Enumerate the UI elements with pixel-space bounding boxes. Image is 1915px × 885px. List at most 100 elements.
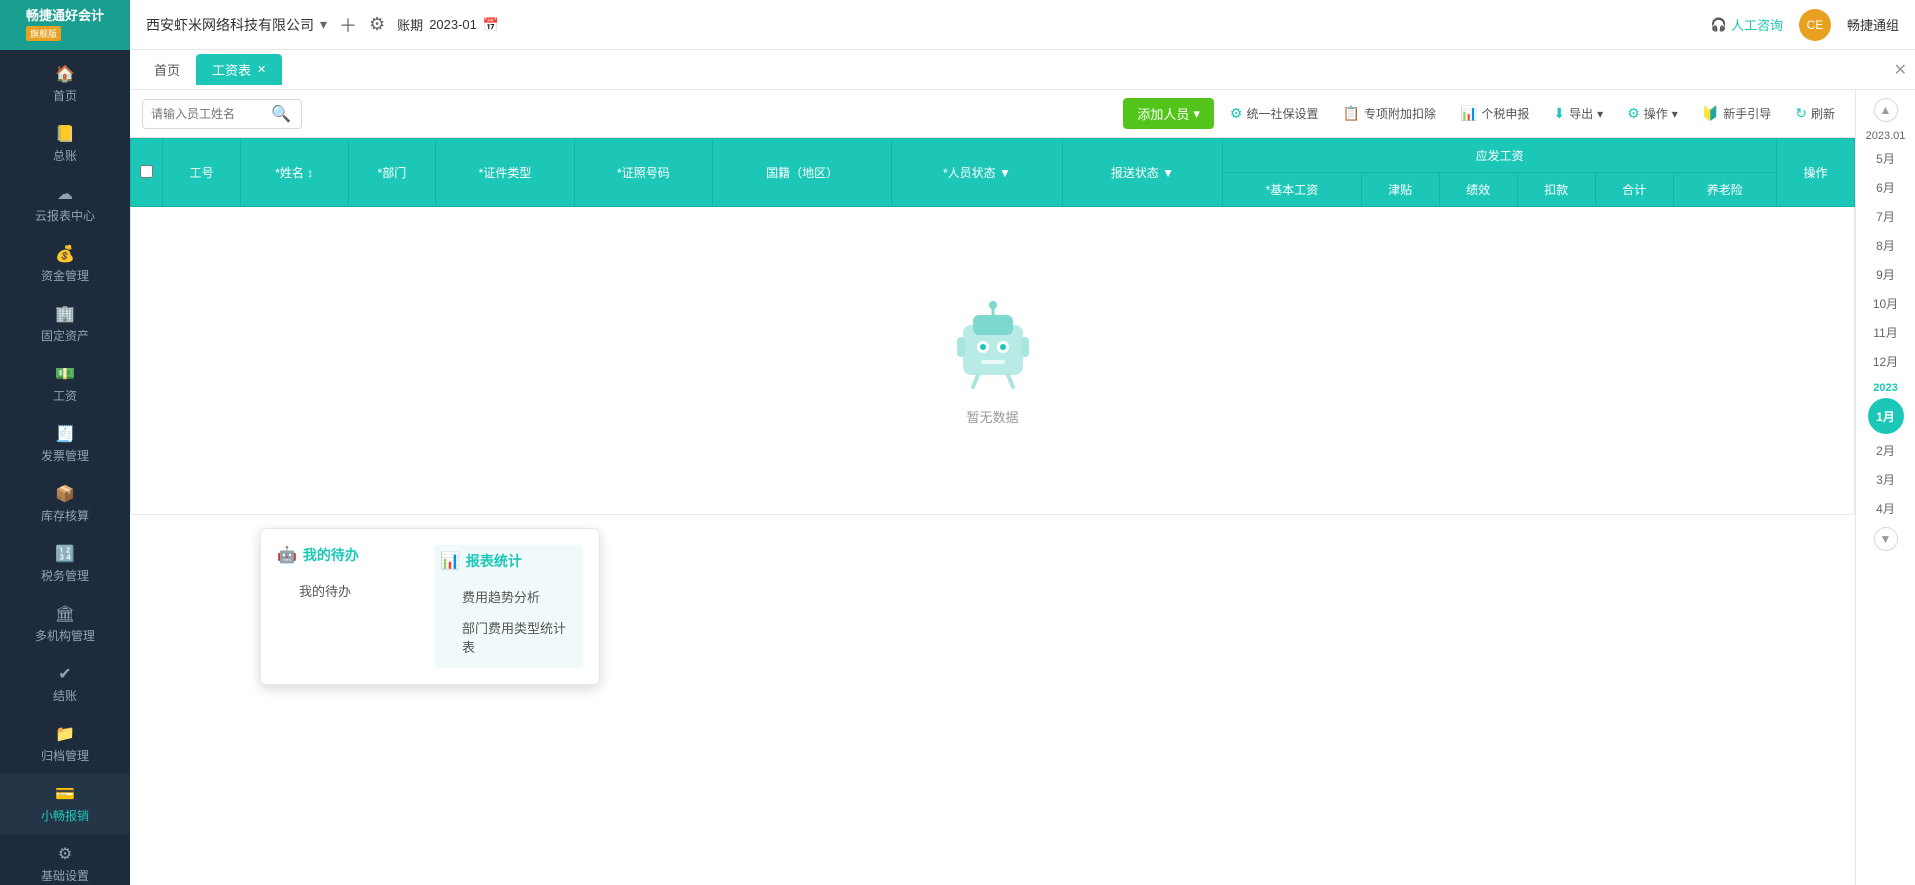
- th-id-no: *证照号码: [574, 139, 712, 207]
- th-performance: 绩效: [1439, 173, 1517, 207]
- todo-icon: 🤖: [277, 545, 297, 565]
- sidebar-item-fund[interactable]: 💰资金管理: [0, 234, 130, 294]
- company-name: 西安虾米网络科技有限公司 ▾: [146, 15, 327, 35]
- sidebar-item-salary[interactable]: 💵工资: [0, 354, 130, 414]
- sidebar-icon-ledger: 📒: [55, 124, 75, 144]
- sidebar-item-invoice[interactable]: 🧾发票管理: [0, 414, 130, 474]
- timeline-month-7[interactable]: 7月: [1856, 202, 1915, 231]
- sidebar-icon-inventory: 📦: [55, 484, 75, 504]
- sidebar-icon-salary: 💵: [55, 364, 75, 384]
- sidebar-item-basic[interactable]: ⚙基础设置: [0, 834, 130, 885]
- special-deduct-action[interactable]: 📋 专项附加扣除: [1335, 101, 1444, 126]
- sidebar-label-fixed-asset: 固定资产: [41, 327, 89, 344]
- tab-payroll-label: 工资表: [212, 60, 251, 79]
- settings-icon[interactable]: ⚙: [369, 14, 385, 35]
- timeline-month-4[interactable]: 4月: [1856, 494, 1915, 523]
- tab-payroll-close[interactable]: ✕: [257, 63, 266, 76]
- report-title-label: 报表统计: [466, 551, 522, 571]
- new-guide-action[interactable]: 🔰 新手引导: [1694, 101, 1779, 126]
- popup-item-my-todo[interactable]: 我的待办: [277, 575, 414, 606]
- sidebar-item-settle[interactable]: ✔结账: [0, 654, 130, 714]
- sidebar-label-settle: 结账: [53, 687, 77, 704]
- add-company-icon[interactable]: ＋: [339, 12, 357, 38]
- operations-action[interactable]: ⚙ 操作 ▾: [1619, 101, 1686, 126]
- user-avatar[interactable]: CE: [1799, 9, 1831, 41]
- report-icon: 📊: [440, 551, 460, 571]
- payroll-table: 工号 *姓名 ↕ *部门 *证件类型 *证照号码 国籍（地区） *人员状态 ▼ …: [130, 138, 1855, 515]
- timeline-month-8[interactable]: 8月: [1856, 231, 1915, 260]
- tax-report-icon: 📊: [1460, 105, 1477, 122]
- search-box: 🔍: [142, 99, 302, 129]
- sidebar-label-cloud-report: 云报表中心: [35, 207, 95, 224]
- table-container: 工号 *姓名 ↕ *部门 *证件类型 *证照号码 国籍（地区） *人员状态 ▼ …: [130, 138, 1855, 885]
- th-base-salary: *基本工资: [1223, 173, 1361, 207]
- sidebar-label-inventory: 库存核算: [41, 507, 89, 524]
- timeline-month-11[interactable]: 11月: [1856, 318, 1915, 347]
- select-all-checkbox[interactable]: [140, 165, 153, 178]
- timeline-month-12[interactable]: 12月: [1856, 347, 1915, 376]
- sidebar-nav: 🏠首页📒总账☁云报表中心💰资金管理🏢固定资产💵工资🧾发票管理 📦 库存核算 🔢税务管理…: [0, 50, 130, 885]
- company-dropdown-icon[interactable]: ▾: [320, 16, 327, 33]
- sidebar-item-multi-org[interactable]: 🏛多机构管理: [0, 594, 130, 654]
- timeline-scroll-up[interactable]: ▲: [1874, 98, 1898, 122]
- th-deduction: 扣款: [1517, 173, 1595, 207]
- sidebar-item-tax[interactable]: 🔢税务管理: [0, 534, 130, 594]
- popup-item-dept-cost[interactable]: 部门费用类型统计表: [440, 612, 577, 662]
- export-action[interactable]: ⬇ 导出 ▾: [1545, 101, 1611, 126]
- special-deduct-label: 专项附加扣除: [1364, 105, 1436, 122]
- special-deduct-icon: 📋: [1343, 105, 1360, 122]
- operations-icon: ⚙: [1627, 105, 1640, 122]
- popup-menu: 🤖 我的待办 我的待办 📊 报表统计 费用趋势分析 部门费用类型统计表: [260, 528, 600, 685]
- social-insurance-action[interactable]: ⚙ 统一社保设置: [1222, 101, 1327, 126]
- social-insurance-icon: ⚙: [1230, 105, 1243, 122]
- sidebar-label-fund: 资金管理: [41, 267, 89, 284]
- sidebar-icon-xiaochang: 💳: [55, 784, 75, 804]
- timeline-month-1-active[interactable]: 1月: [1868, 398, 1904, 434]
- sidebar-label-xiaochang: 小畅报销: [41, 807, 89, 824]
- sidebar-item-home[interactable]: 🏠首页: [0, 54, 130, 114]
- tax-report-label: 个税申报: [1481, 105, 1529, 122]
- timeline-month-3[interactable]: 3月: [1856, 465, 1915, 494]
- refresh-icon: ↻: [1795, 105, 1807, 122]
- new-guide-icon: 🔰: [1702, 105, 1719, 122]
- sidebar-icon-tax: 🔢: [55, 544, 75, 564]
- popup-item-cost-trend[interactable]: 费用趋势分析: [440, 581, 577, 612]
- tab-home[interactable]: 首页: [138, 54, 196, 85]
- th-checkbox[interactable]: [131, 139, 163, 207]
- sidebar-icon-invoice: 🧾: [55, 424, 75, 444]
- search-icon: 🔍: [271, 104, 291, 124]
- sidebar-item-fixed-asset[interactable]: 🏢固定资产: [0, 294, 130, 354]
- tabs-bar: 首页 工资表 ✕ ✕: [130, 50, 1915, 90]
- th-report-status: 报送状态 ▼: [1062, 139, 1223, 207]
- add-person-button[interactable]: 添加人员 ▾: [1123, 98, 1214, 129]
- th-name: *姓名 ↕: [241, 139, 349, 207]
- timeline-month-5[interactable]: 5月: [1856, 144, 1915, 173]
- service-label: 人工咨询: [1731, 15, 1783, 34]
- new-guide-label: 新手引导: [1723, 105, 1771, 122]
- sidebar-label-basic: 基础设置: [41, 867, 89, 884]
- timeline-scroll-down[interactable]: ▼: [1874, 527, 1898, 551]
- close-panel-button[interactable]: ✕: [1894, 60, 1907, 80]
- sidebar-item-inventory[interactable]: 📦 库存核算: [0, 474, 130, 534]
- th-emp-no: 工号: [163, 139, 241, 207]
- empty-text: 暂无数据: [966, 407, 1018, 426]
- timeline-month-9[interactable]: 9月: [1856, 260, 1915, 289]
- refresh-action[interactable]: ↻ 刷新: [1787, 101, 1843, 126]
- sidebar-item-archive[interactable]: 📁归档管理: [0, 714, 130, 774]
- timeline-month-2[interactable]: 2月: [1856, 436, 1915, 465]
- timeline-month-6[interactable]: 6月: [1856, 173, 1915, 202]
- payroll-main: 🔍 添加人员 ▾ ⚙ 统一社保设置 📋 专项附加扣除 📊 个税申报: [130, 90, 1855, 885]
- app-edition: 旗舰版: [26, 26, 61, 41]
- tax-report-action[interactable]: 📊 个税申报: [1452, 101, 1537, 126]
- search-input[interactable]: [151, 107, 271, 121]
- top-header: 西安虾米网络科技有限公司 ▾ ＋ ⚙ 账期 2023-01 📅 🎧 人工咨询 C…: [130, 0, 1915, 50]
- th-total: 合计: [1595, 173, 1673, 207]
- timeline-month-10[interactable]: 10月: [1856, 289, 1915, 318]
- calendar-icon[interactable]: 📅: [483, 17, 499, 33]
- customer-service[interactable]: 🎧 人工咨询: [1711, 15, 1783, 34]
- sidebar-item-ledger[interactable]: 📒总账: [0, 114, 130, 174]
- tab-payroll[interactable]: 工资表 ✕: [196, 54, 282, 85]
- sidebar-item-xiaochang[interactable]: 💳 小畅报销: [0, 774, 130, 834]
- sidebar-label-multi-org: 多机构管理: [35, 627, 95, 644]
- sidebar-item-cloud-report[interactable]: ☁云报表中心: [0, 174, 130, 234]
